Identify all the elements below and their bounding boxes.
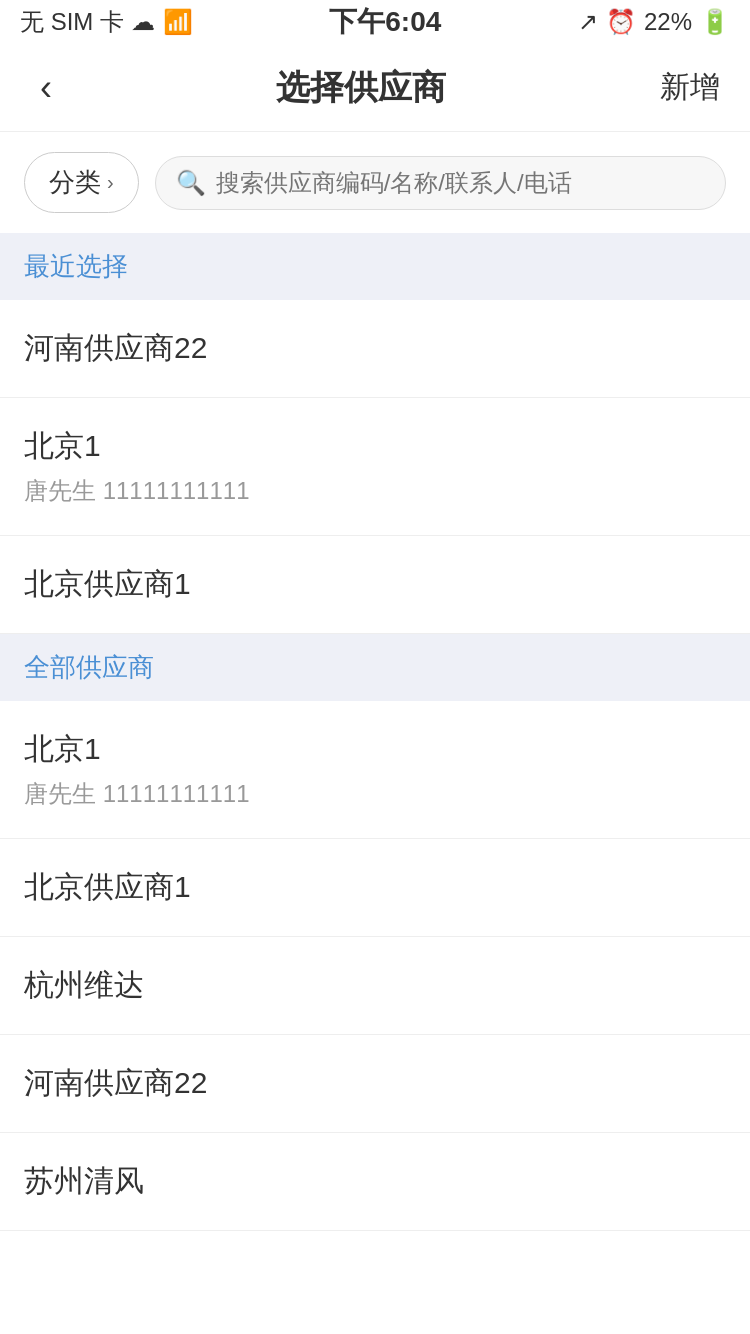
status-bar: 无 SIM 卡 ☁ 📶 下午6:04 ↗ ⏰ 22% 🔋 — [0, 0, 750, 44]
back-button[interactable]: ‹ — [30, 57, 62, 119]
no-sim-text: 无 SIM 卡 ☁ — [20, 6, 155, 38]
recent-section-header: 最近选择 — [0, 233, 750, 300]
recent-list: 河南供应商22 北京1 唐先生 11111111111 北京供应商1 — [0, 300, 750, 634]
status-left: 无 SIM 卡 ☁ 📶 — [20, 6, 193, 38]
list-item[interactable]: 北京1 唐先生 11111111111 — [0, 701, 750, 839]
alarm-icon: ⏰ — [606, 8, 636, 36]
battery-icon: 🔋 — [700, 8, 730, 36]
status-right: ↗ ⏰ 22% 🔋 — [578, 8, 730, 36]
item-name: 北京供应商1 — [24, 564, 726, 605]
item-name: 河南供应商22 — [24, 1063, 726, 1104]
recent-section-label: 最近选择 — [24, 251, 128, 281]
list-item[interactable]: 河南供应商22 — [0, 1035, 750, 1133]
search-input[interactable] — [216, 169, 705, 197]
search-icon: 🔍 — [176, 169, 206, 197]
list-item[interactable]: 北京1 唐先生 11111111111 — [0, 398, 750, 536]
chevron-right-icon: › — [107, 171, 114, 194]
item-name: 苏州清风 — [24, 1161, 726, 1202]
list-item[interactable]: 北京供应商1 — [0, 839, 750, 937]
item-name: 杭州维达 — [24, 965, 726, 1006]
battery-text: 22% — [644, 8, 692, 36]
all-section-label: 全部供应商 — [24, 652, 154, 682]
item-name: 北京1 — [24, 426, 726, 467]
category-label: 分类 — [49, 165, 101, 200]
list-item[interactable]: 杭州维达 — [0, 937, 750, 1035]
item-name: 北京供应商1 — [24, 867, 726, 908]
category-button[interactable]: 分类 › — [24, 152, 139, 213]
all-section-header: 全部供应商 — [0, 634, 750, 701]
item-name: 北京1 — [24, 729, 726, 770]
nav-bar: ‹ 选择供应商 新增 — [0, 44, 750, 132]
location-icon: ↗ — [578, 8, 598, 36]
item-sub: 唐先生 11111111111 — [24, 778, 726, 810]
item-sub: 唐先生 11111111111 — [24, 475, 726, 507]
list-item[interactable]: 河南供应商22 — [0, 300, 750, 398]
all-list: 北京1 唐先生 11111111111 北京供应商1 杭州维达 河南供应商22 苏… — [0, 701, 750, 1231]
wifi-icon: 📶 — [163, 8, 193, 36]
filter-bar: 分类 › 🔍 — [0, 132, 750, 233]
page-title: 选择供应商 — [276, 65, 446, 111]
search-box[interactable]: 🔍 — [155, 156, 726, 210]
add-button[interactable]: 新增 — [660, 67, 720, 108]
list-item[interactable]: 北京供应商1 — [0, 536, 750, 634]
list-item[interactable]: 苏州清风 — [0, 1133, 750, 1231]
item-name: 河南供应商22 — [24, 328, 726, 369]
status-time: 下午6:04 — [329, 3, 441, 41]
